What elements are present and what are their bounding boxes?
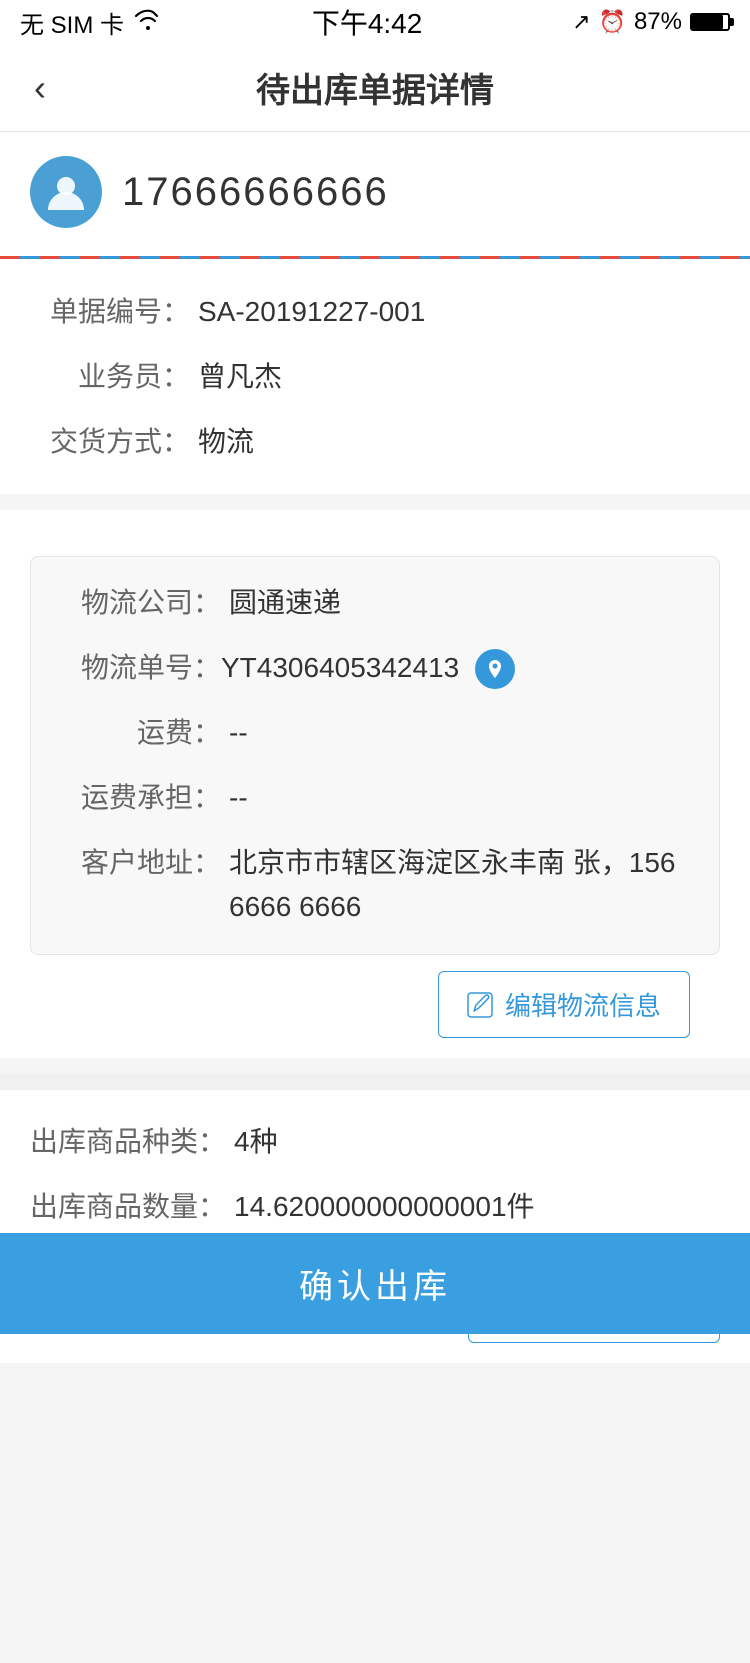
carrier-text: 无 SIM 卡 [20,5,124,40]
tracking-location-button[interactable] [475,649,515,689]
document-number-label: 单据编号： [30,290,190,335]
address-row: 客户地址： 北京市市辖区海淀区永丰南 张，156 6666 6666 [61,841,689,931]
status-bar: 无 SIM 卡 下午4:42 ↗ ⏰ 87% [0,0,750,44]
status-left: 无 SIM 卡 [20,5,162,40]
goods-category-label: 出库商品种类： [30,1120,226,1165]
goods-category-row: 出库商品种类： 4种 [30,1120,720,1165]
delivery-method-value: 物流 [190,420,720,465]
freight-bearer-label: 运费承担： [61,776,221,821]
back-button[interactable]: ‹ [24,57,56,119]
document-number-row: 单据编号： SA-20191227-001 [30,290,720,335]
confirm-outbound-button[interactable]: 确认出库 [299,1259,451,1308]
basic-info-section: 单据编号： SA-20191227-001 业务员： 曾凡杰 交货方式： 物流 [0,260,750,494]
edit-logistics-label: 编辑物流信息 [505,986,661,1023]
status-time: 下午4:42 [312,2,423,42]
address-label: 客户地址： [61,841,221,886]
goods-quantity-value: 14.620000000000001件 [226,1185,720,1230]
logistics-box: 物流公司： 圆通速递 物流单号： YT4306405342413 运费： -- [30,556,720,955]
logistics-company-row: 物流公司： 圆通速递 [61,581,689,626]
location-icon: ↗ [572,9,590,35]
tracking-number-label: 物流单号： [61,646,221,691]
tracking-number-value: YT4306405342413 [221,646,459,691]
sales-person-row: 业务员： 曾凡杰 [30,355,720,400]
delivery-method-row: 交货方式： 物流 [30,420,720,465]
tracking-number-row: 物流单号： YT4306405342413 [61,646,689,691]
delivery-method-label: 交货方式： [30,420,190,465]
alarm-icon: ⏰ [599,9,626,35]
dashed-divider [0,252,750,260]
user-header: 17666666666 [0,132,750,252]
sales-person-value: 曾凡杰 [190,355,720,400]
freight-value: -- [221,711,689,756]
battery-percent: 87% [634,8,682,36]
logistics-company-label: 物流公司： [61,581,221,626]
avatar [30,156,102,228]
freight-row: 运费： -- [61,711,689,756]
nav-bar: ‹ 待出库单据详情 [0,44,750,132]
document-number-value: SA-20191227-001 [190,290,720,335]
goods-category-value: 4种 [226,1120,720,1165]
freight-bearer-value: -- [221,776,689,821]
logistics-info-section: 物流公司： 圆通速递 物流单号： YT4306405342413 运费： -- [0,510,750,1058]
user-phone: 17666666666 [122,170,389,215]
edit-logistics-button[interactable]: 编辑物流信息 [438,971,690,1038]
status-right: ↗ ⏰ 87% [572,8,730,36]
address-value: 北京市市辖区海淀区永丰南 张，156 6666 6666 [221,841,689,931]
freight-bearer-row: 运费承担： -- [61,776,689,821]
edit-btn-row: 编辑物流信息 [30,955,720,1058]
wifi-icon [134,8,162,36]
battery-icon [690,13,730,31]
logistics-company-value: 圆通速递 [221,581,689,626]
page-title: 待出库单据详情 [256,63,494,112]
spacer [0,1363,750,1563]
goods-quantity-label: 出库商品数量： [30,1185,226,1230]
goods-quantity-row: 出库商品数量： 14.620000000000001件 [30,1185,720,1230]
sales-person-label: 业务员： [30,355,190,400]
gray-separator [0,1074,750,1090]
confirm-btn-wrapper: 确认出库 [0,1233,750,1334]
freight-label: 运费： [61,711,221,756]
